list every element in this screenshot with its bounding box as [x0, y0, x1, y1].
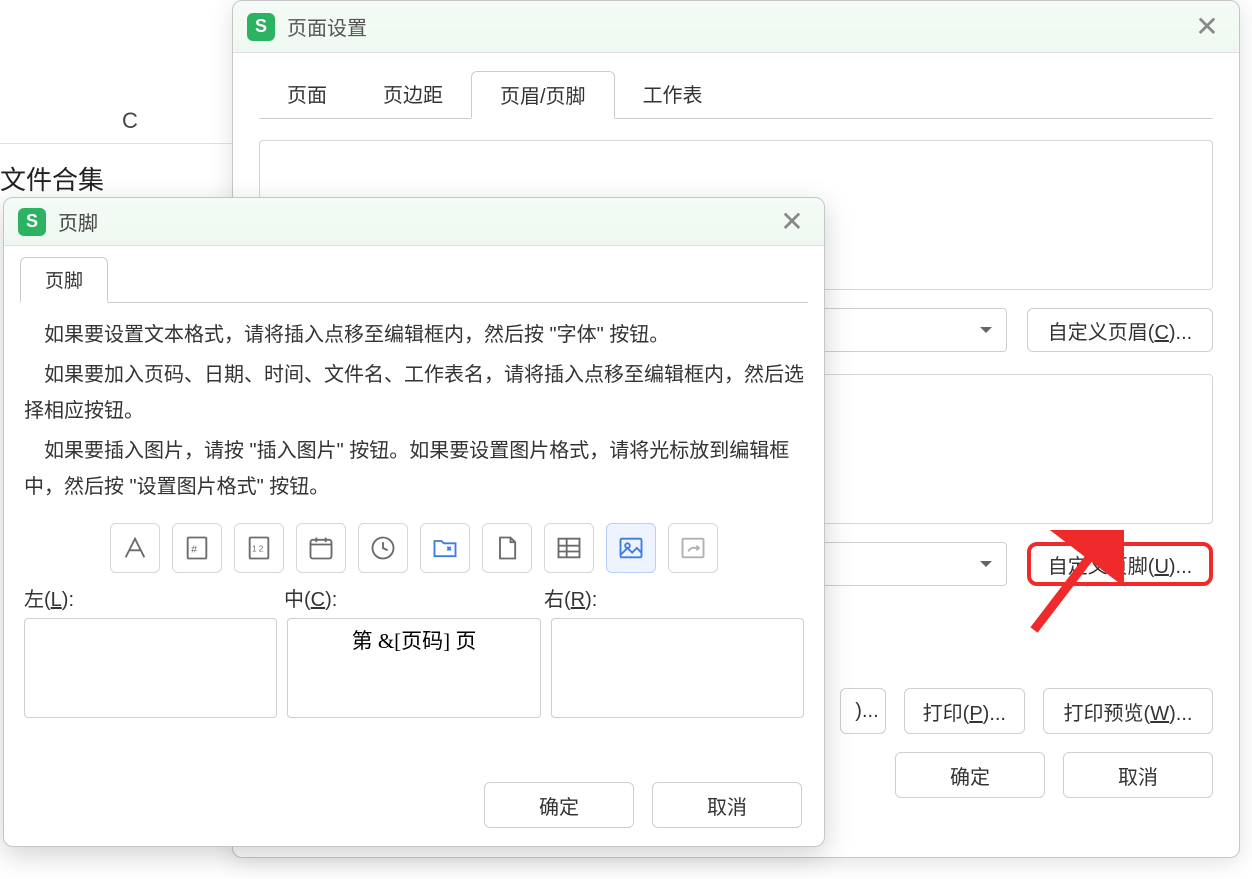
time-icon[interactable] — [358, 523, 408, 573]
tab-page[interactable]: 页面 — [259, 71, 355, 119]
right-section-label: 右(R): — [544, 583, 804, 612]
print-button-row: )... 打印(P)... 打印预览(W)... — [840, 688, 1213, 734]
page-number-icon[interactable]: # — [172, 523, 222, 573]
footer-toolbar: # 1 2 — [24, 523, 804, 573]
tab-sheet[interactable]: 工作表 — [615, 71, 731, 119]
picture-format-icon[interactable] — [668, 523, 718, 573]
left-section-label: 左(L): — [24, 583, 284, 612]
right-section-input[interactable] — [551, 618, 804, 718]
close-icon[interactable]: ✕ — [1189, 10, 1225, 43]
page-setup-titlebar: S 页面设置 ✕ — [233, 1, 1239, 53]
options-button-partial[interactable]: )... — [840, 688, 886, 734]
print-preview-button[interactable]: 打印预览(W)... — [1043, 688, 1213, 734]
custom-footer-button[interactable]: 自定义页脚(U)... — [1027, 542, 1213, 586]
ok-button[interactable]: 确定 — [895, 752, 1045, 798]
footer-dialog-body: 如果要设置文本格式，请将插入点移至编辑框内，然后按 "字体" 按钮。 如果要加入… — [4, 303, 824, 732]
custom-header-button[interactable]: 自定义页眉(C)... — [1027, 308, 1213, 352]
cancel-button[interactable]: 取消 — [1063, 752, 1213, 798]
print-button[interactable]: 打印(P)... — [904, 688, 1025, 734]
instruction-text-3: 如果要插入图片，请按 "插入图片" 按钮。如果要设置图片格式，请将光标放到编辑框… — [24, 433, 804, 505]
file-path-icon[interactable] — [420, 523, 470, 573]
section-labels-row: 左(L): 中(C): 右(R): — [24, 583, 804, 612]
center-section-input[interactable] — [287, 618, 540, 718]
wps-spreadsheet-icon: S — [18, 208, 46, 236]
close-icon[interactable]: ✕ — [774, 205, 810, 238]
file-name-icon[interactable] — [482, 523, 532, 573]
left-section-input[interactable] — [24, 618, 277, 718]
cell-content[interactable]: 文件合集 — [0, 160, 104, 197]
insert-picture-icon[interactable] — [606, 523, 656, 573]
date-icon[interactable] — [296, 523, 346, 573]
page-setup-tabs: 页面 页边距 页眉/页脚 工作表 — [233, 53, 1239, 119]
footer-dialog: S 页脚 ✕ 页脚 如果要设置文本格式，请将插入点移至编辑框内，然后按 "字体"… — [3, 197, 825, 847]
wps-spreadsheet-icon: S — [247, 13, 275, 41]
svg-text:1 2: 1 2 — [252, 545, 264, 554]
footer-dialog-title: 页脚 — [58, 207, 774, 236]
font-icon[interactable] — [110, 523, 160, 573]
column-header-c[interactable]: C — [0, 108, 260, 144]
tab-header-footer[interactable]: 页眉/页脚 — [471, 71, 615, 119]
instruction-text-1: 如果要设置文本格式，请将插入点移至编辑框内，然后按 "字体" 按钮。 — [24, 317, 804, 353]
tab-margins[interactable]: 页边距 — [355, 71, 471, 119]
tab-footer[interactable]: 页脚 — [20, 257, 108, 303]
total-pages-icon[interactable]: 1 2 — [234, 523, 284, 573]
instruction-text-2: 如果要加入页码、日期、时间、文件名、工作表名，请将插入点移至编辑框内，然后选择相… — [24, 357, 804, 429]
ok-button[interactable]: 确定 — [484, 782, 634, 828]
center-section-label: 中(C): — [284, 583, 544, 612]
svg-text:#: # — [191, 544, 197, 556]
footer-dialog-titlebar: S 页脚 ✕ — [4, 198, 824, 246]
sheet-name-icon[interactable] — [544, 523, 594, 573]
section-inputs-row — [24, 618, 804, 718]
page-setup-bottom-buttons: 确定 取消 — [895, 752, 1213, 798]
footer-dialog-bottom-buttons: 确定 取消 — [484, 782, 802, 828]
cancel-button[interactable]: 取消 — [652, 782, 802, 828]
page-setup-title: 页面设置 — [287, 12, 1189, 41]
